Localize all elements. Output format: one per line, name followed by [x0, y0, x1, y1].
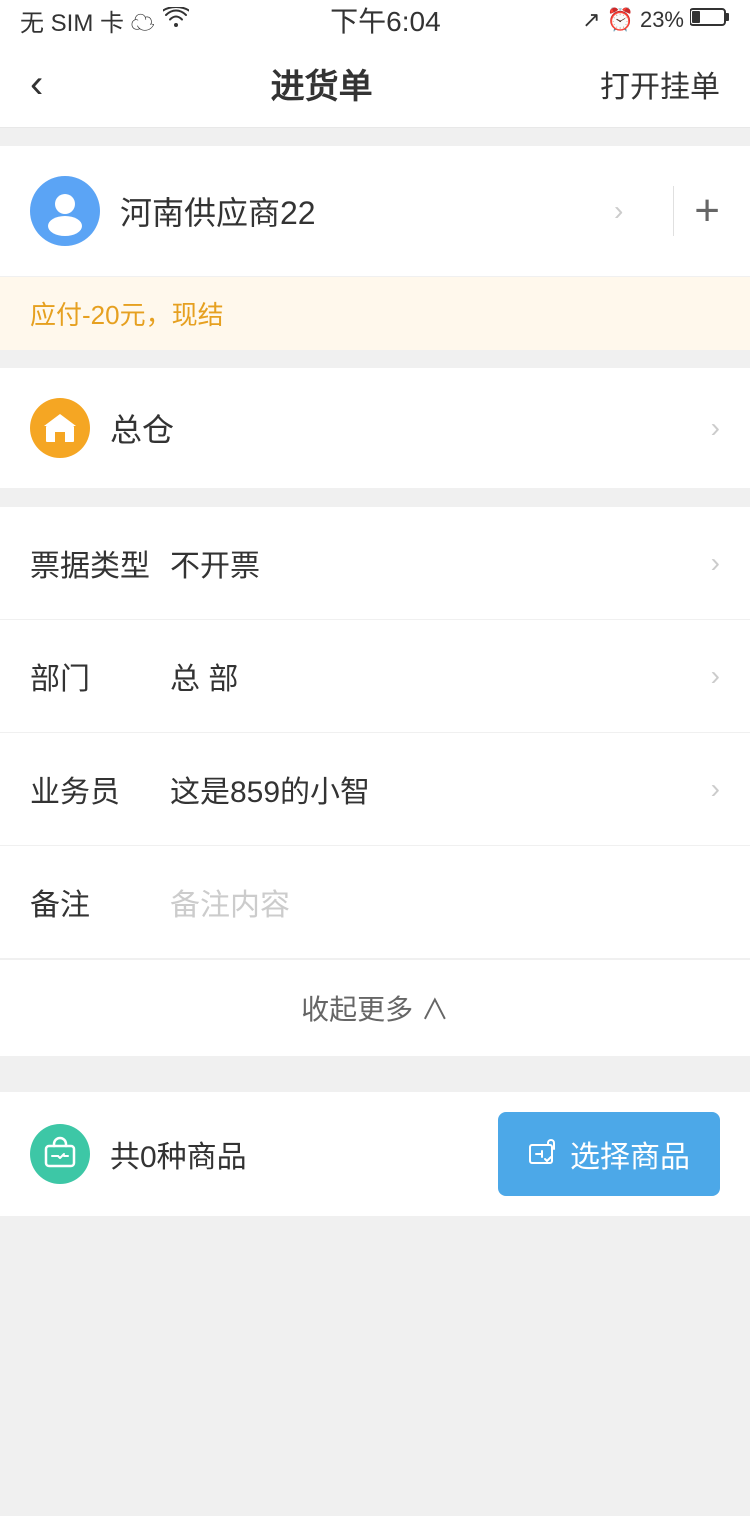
supplier-section: 河南供应商22 › + 应付-20元，现结 — [0, 146, 750, 350]
warning-bar: 应付-20元，现结 — [0, 277, 750, 350]
battery-label: 23% — [640, 7, 684, 33]
section-divider-2 — [0, 350, 750, 368]
back-button[interactable]: ‹ — [30, 64, 43, 104]
supplier-name: 河南供应商22 — [120, 188, 614, 234]
vertical-divider — [673, 186, 674, 236]
product-icon-wrap — [30, 1124, 90, 1184]
section-divider-3 — [0, 489, 750, 507]
location-icon: ↗ — [582, 7, 600, 33]
remark-row[interactable]: 备注 备注内容 — [0, 846, 750, 959]
department-row[interactable]: 部门 总 部 › — [0, 620, 750, 733]
status-right: ↗ ⏰ 23% — [582, 7, 730, 33]
open-pending-button[interactable]: 打开挂单 — [600, 62, 720, 106]
alarm-icon: ⏰ — [607, 7, 634, 33]
supplier-avatar — [30, 176, 100, 246]
add-supplier-button[interactable]: + — [694, 186, 720, 236]
invoice-type-value: 不开票 — [170, 541, 711, 585]
warehouse-icon-wrap — [30, 398, 90, 458]
select-product-button[interactable]: 选择商品 — [498, 1112, 720, 1196]
supplier-arrow-icon: › — [614, 195, 623, 227]
no-sim-label: 无 SIM 卡 ☁ — [20, 3, 155, 38]
section-divider-4 — [0, 1056, 750, 1074]
warehouse-name: 总仓 — [110, 405, 711, 451]
status-bar: 无 SIM 卡 ☁ 下午6:04 ↗ ⏰ 23% — [0, 0, 750, 40]
nav-bar: ‹ 进货单 打开挂单 — [0, 40, 750, 128]
salesperson-label: 业务员 — [30, 767, 170, 811]
remark-value: 备注内容 — [170, 880, 720, 924]
remark-label: 备注 — [30, 880, 170, 924]
department-value: 总 部 — [170, 654, 711, 698]
collapse-button[interactable]: 收起更多 ∧ — [0, 959, 750, 1056]
status-time: 下午6:04 — [330, 0, 441, 40]
salesperson-row[interactable]: 业务员 这是859的小智 › — [0, 733, 750, 846]
page-background — [0, 1216, 750, 1516]
invoice-type-row[interactable]: 票据类型 不开票 › — [0, 507, 750, 620]
department-label: 部门 — [30, 654, 170, 698]
warehouse-arrow-icon: › — [711, 412, 720, 444]
status-left: 无 SIM 卡 ☁ — [20, 3, 189, 38]
form-section: 票据类型 不开票 › 部门 总 部 › 业务员 这是859的小智 › 备注 备注… — [0, 507, 750, 1056]
invoice-type-label: 票据类型 — [30, 541, 170, 585]
bottom-bar: 共0种商品 选择商品 — [0, 1092, 750, 1216]
supplier-row[interactable]: 河南供应商22 › + — [0, 146, 750, 277]
salesperson-value: 这是859的小智 — [170, 767, 711, 811]
department-arrow-icon: › — [711, 660, 720, 692]
warehouse-row[interactable]: 总仓 › — [0, 368, 750, 489]
select-product-label: 选择商品 — [570, 1132, 690, 1176]
invoice-type-arrow-icon: › — [711, 547, 720, 579]
product-count-label: 共0种商品 — [110, 1132, 498, 1176]
wifi-icon — [163, 6, 189, 34]
salesperson-arrow-icon: › — [711, 773, 720, 805]
section-divider-1 — [0, 128, 750, 146]
page-title: 进货单 — [271, 59, 373, 108]
battery-icon — [690, 7, 730, 33]
